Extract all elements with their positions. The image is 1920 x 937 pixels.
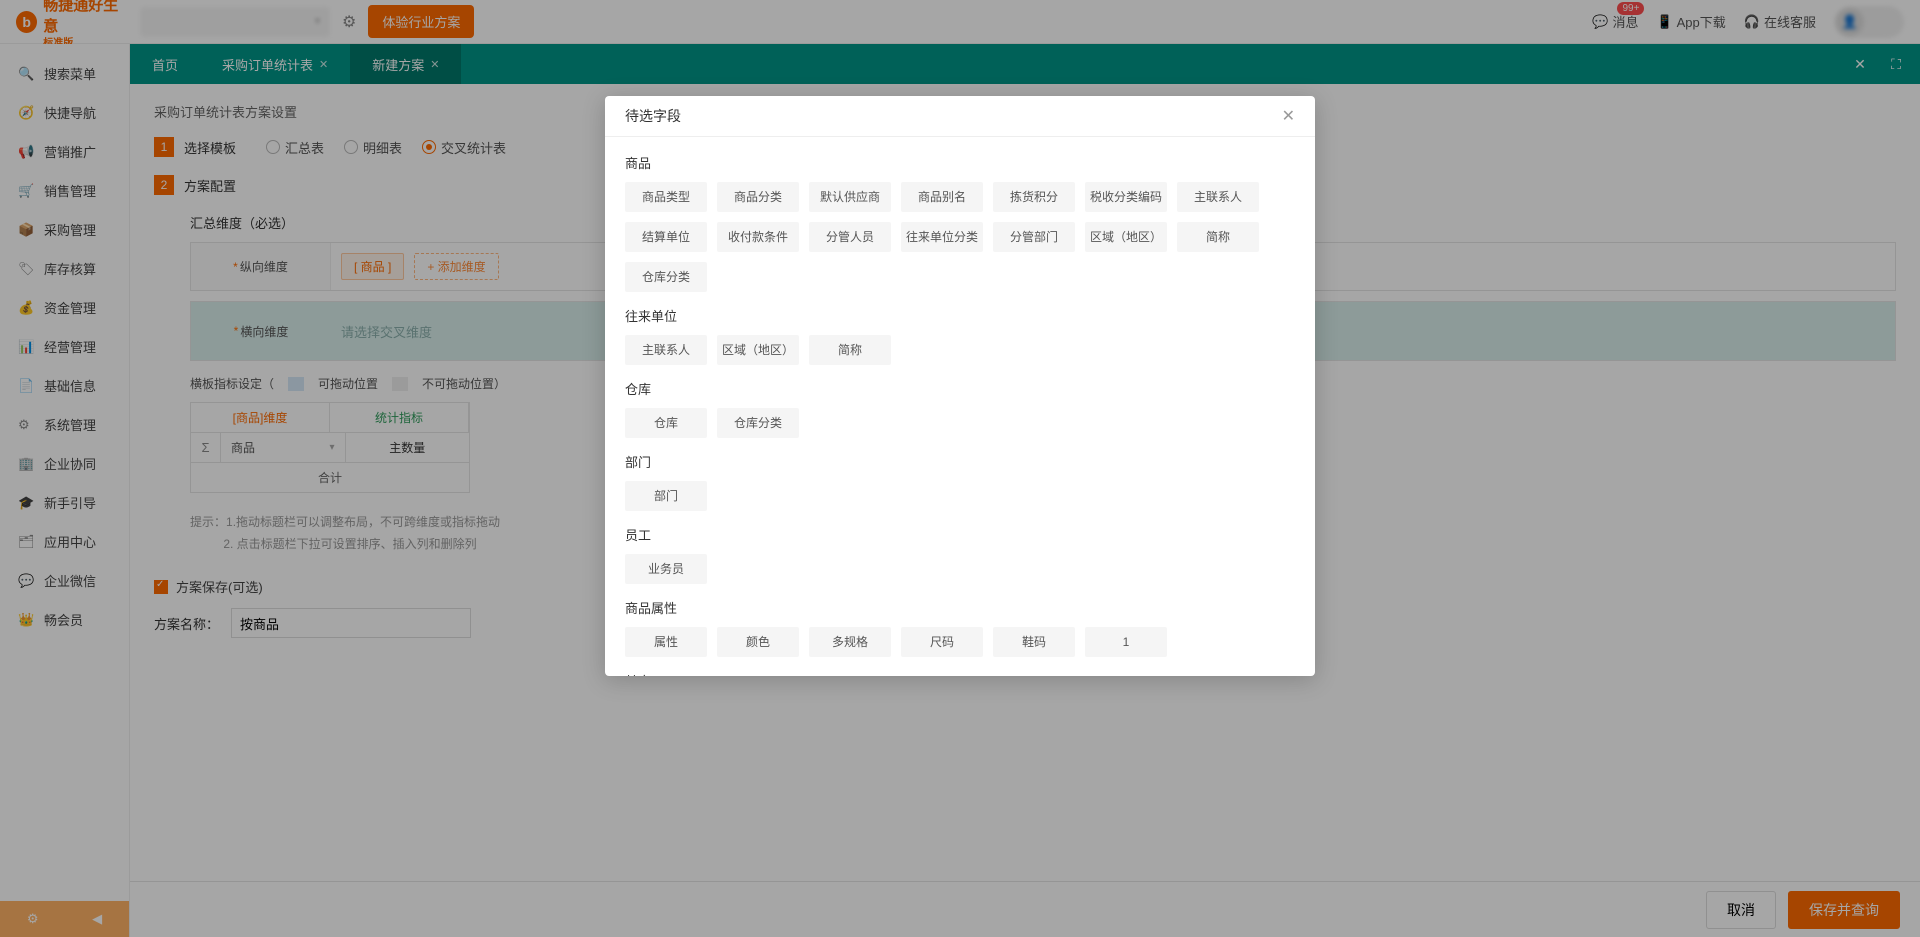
field-item[interactable]: 仓库分类 [625, 262, 707, 292]
field-item[interactable]: 简称 [809, 335, 891, 365]
field-item[interactable]: 收付款条件 [717, 222, 799, 252]
field-item[interactable]: 主联系人 [1177, 182, 1259, 212]
field-group-title: 商品属性 [625, 598, 1295, 617]
field-item[interactable]: 拣货积分 [993, 182, 1075, 212]
field-group-1: 往来单位主联系人区域（地区） 简称 [625, 306, 1295, 365]
field-group-title: 部门 [625, 452, 1295, 471]
field-item[interactable]: 鞋码 [993, 627, 1075, 657]
field-selector-modal: 待选字段 ✕ 商品商品类型商品分类默认供应商商品别名拣货积分税收分类编码主联系人… [605, 96, 1315, 676]
field-item[interactable]: 尺码 [901, 627, 983, 657]
field-item[interactable]: 税收分类编码 [1085, 182, 1167, 212]
field-item[interactable]: 部门 [625, 481, 707, 511]
field-item[interactable]: 往来单位分类 [901, 222, 983, 252]
field-item[interactable]: 商品分类 [717, 182, 799, 212]
field-group-0: 商品商品类型商品分类默认供应商商品别名拣货积分税收分类编码主联系人结算单位收付款… [625, 153, 1295, 292]
field-item[interactable]: 颜色 [717, 627, 799, 657]
field-item[interactable]: 分管人员 [809, 222, 891, 252]
field-group-4: 员工业务员 [625, 525, 1295, 584]
field-group-3: 部门部门 [625, 452, 1295, 511]
field-group-5: 商品属性属性颜色多规格尺码鞋码 1 [625, 598, 1295, 657]
field-item[interactable]: 仓库分类 [717, 408, 799, 438]
field-group-6: 其它单据日期项目 [625, 671, 1295, 676]
field-item[interactable]: 默认供应商 [809, 182, 891, 212]
field-item[interactable]: 简称 [1177, 222, 1259, 252]
field-item[interactable]: 1 [1085, 627, 1167, 657]
field-group-2: 仓库仓库仓库分类 [625, 379, 1295, 438]
field-item[interactable]: 仓库 [625, 408, 707, 438]
field-group-title: 往来单位 [625, 306, 1295, 325]
modal-overlay[interactable]: 待选字段 ✕ 商品商品类型商品分类默认供应商商品别名拣货积分税收分类编码主联系人… [0, 0, 1920, 937]
field-item[interactable]: 多规格 [809, 627, 891, 657]
field-item[interactable]: 商品别名 [901, 182, 983, 212]
field-item[interactable]: 结算单位 [625, 222, 707, 252]
modal-header: 待选字段 ✕ [605, 96, 1315, 137]
field-item[interactable]: 分管部门 [993, 222, 1075, 252]
field-group-title: 员工 [625, 525, 1295, 544]
close-icon[interactable]: ✕ [1282, 106, 1295, 126]
field-item[interactable]: 属性 [625, 627, 707, 657]
field-item[interactable]: 商品类型 [625, 182, 707, 212]
field-group-title: 其它 [625, 671, 1295, 676]
field-group-title: 仓库 [625, 379, 1295, 398]
modal-title: 待选字段 [625, 106, 681, 126]
field-item[interactable]: 主联系人 [625, 335, 707, 365]
field-item[interactable]: 区域（地区） [717, 335, 799, 365]
field-group-title: 商品 [625, 153, 1295, 172]
field-item[interactable]: 业务员 [625, 554, 707, 584]
field-item[interactable]: 区域（地区） [1085, 222, 1167, 252]
